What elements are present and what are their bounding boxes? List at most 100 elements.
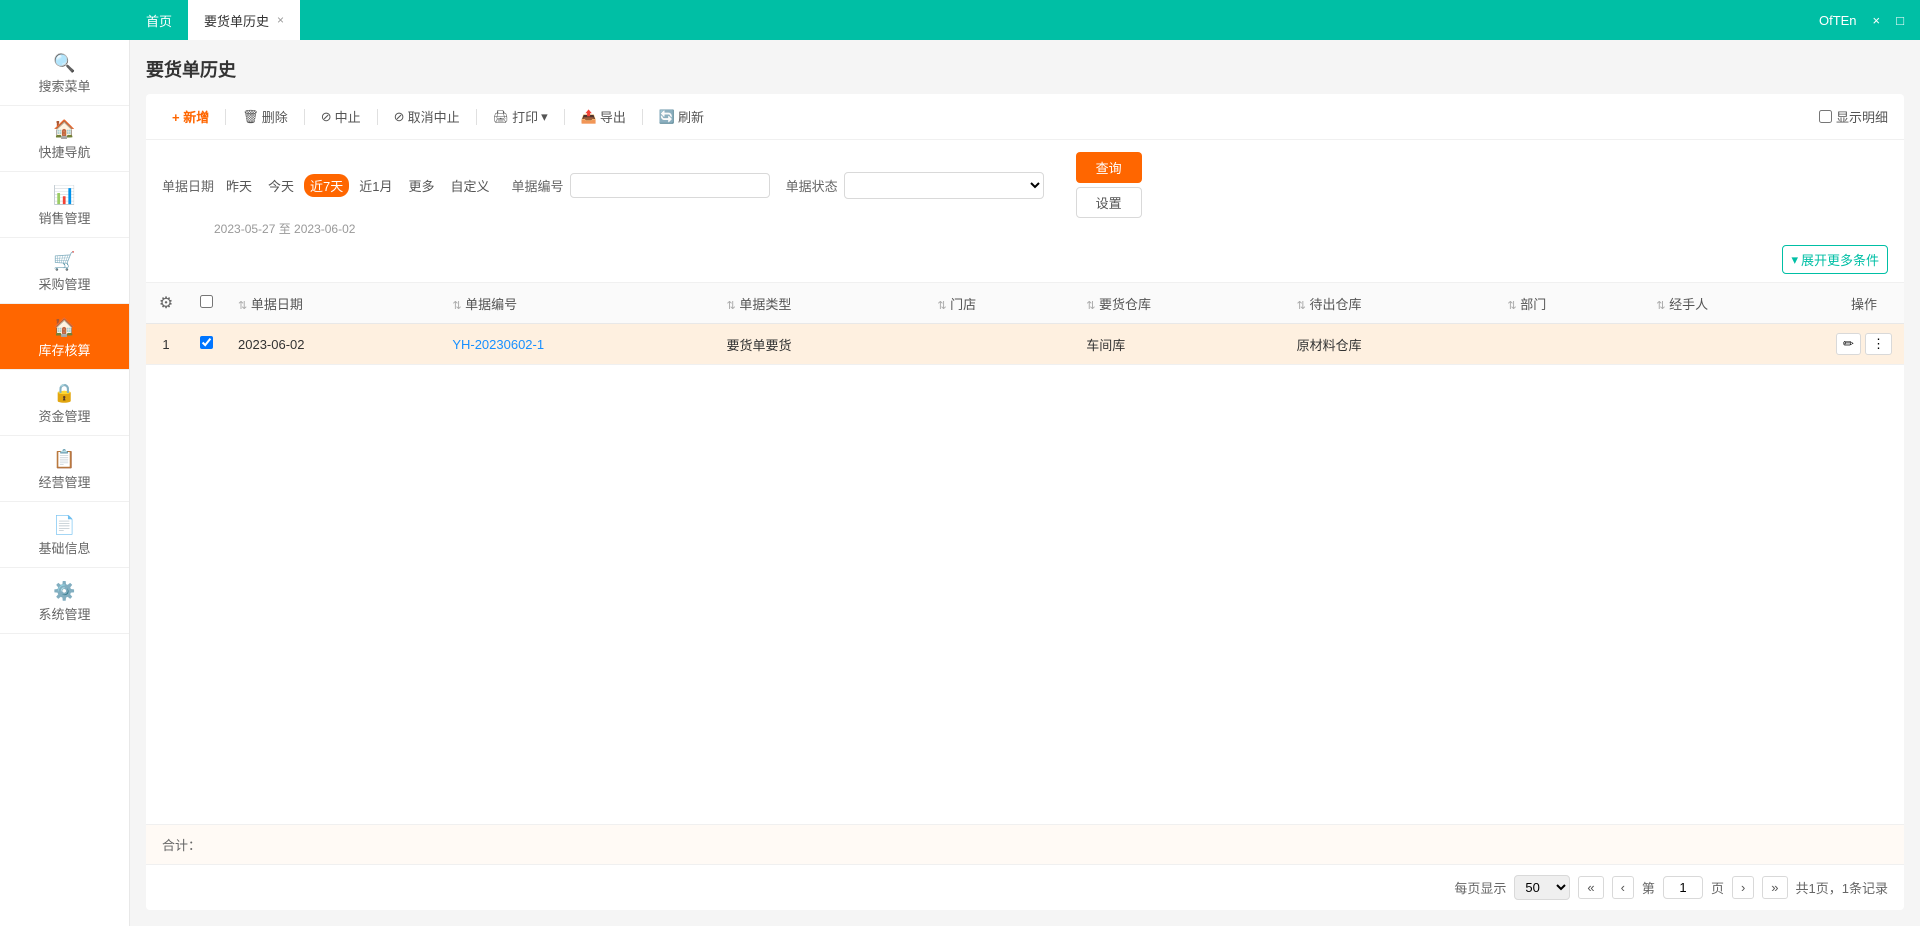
sidebar-item-finance[interactable]: 🔒 资金管理 [0,370,129,436]
row-checkbox[interactable] [200,336,213,349]
delete-button[interactable]: 🗑 删除 [232,102,298,131]
close-window-icon[interactable]: × [1873,13,1881,28]
operation-icon: 📋 [53,450,75,468]
col-no: ⇅ 单据编号 [440,283,714,324]
col-action: 操作 [1824,283,1904,324]
table-footer: 合计： [146,824,1904,864]
setting-button[interactable]: 设置 [1076,187,1142,218]
sidebar-item-system[interactable]: ⚙️ 系统管理 [0,568,129,634]
toolbar-sep-4 [476,109,477,125]
table-wrapper: ⚙ ⇅ 单据日期 ⇅ 单据编号 [146,283,1904,824]
sort-handler-icon: ⇅ [1656,300,1665,312]
select-all-checkbox[interactable] [200,295,213,308]
sidebar-label-operation: 经营管理 [38,472,90,491]
row-date-cell: 2023-06-02 [226,324,440,365]
maximize-icon[interactable]: □ [1896,13,1904,28]
expand-more-btn[interactable]: ▾ 展开更多条件 [1782,245,1888,274]
date-shortcut-yesterday[interactable]: 昨天 [220,174,258,197]
page-number-label: 第 [1642,878,1655,897]
pagination: 每页显示 10 20 50 100 « ‹ 第 页 › » 共1页，1条记录 [146,864,1904,910]
sidebar-label-purchase: 采购管理 [38,274,90,293]
purchase-icon: 🛒 [53,252,75,270]
col-pending-warehouse: ⇅ 待出仓库 [1285,283,1496,324]
first-page-btn[interactable]: « [1578,876,1603,899]
new-button[interactable]: + 新增 [162,102,219,131]
sidebar-item-search-menu[interactable]: 🔍 搜索菜单 [0,40,129,106]
refresh-button[interactable]: 🔄 刷新 [649,102,714,131]
cancel-stop-button[interactable]: ⊘ 取消中止 [384,102,470,131]
sales-icon: 📊 [53,186,75,204]
top-bar-right: OfTEn × □ [1819,13,1904,28]
row-checkbox-cell[interactable] [186,324,226,365]
tab-order-history[interactable]: 要货单历史 × [188,0,300,40]
total-info: 共1页，1条记录 [1796,878,1888,897]
row-req-warehouse-cell: 车间库 [1074,324,1284,365]
row-no-cell: YH-20230602-1 [440,324,714,365]
query-button[interactable]: 查询 [1076,152,1142,183]
sidebar-label-system: 系统管理 [38,604,90,623]
date-shortcut-1month[interactable]: 近1月 [353,174,398,197]
content-area: 要货单历史 + 新增 🗑 删除 ⊘ 中止 ⊘ [130,40,1920,926]
show-detail-checkbox[interactable] [1819,110,1832,123]
sort-type-icon: ⇅ [727,300,736,312]
sidebar-item-operation[interactable]: 📋 经营管理 [0,436,129,502]
row-no-link[interactable]: YH-20230602-1 [452,337,544,352]
last-page-btn[interactable]: » [1762,876,1787,899]
sidebar-item-basic-info[interactable]: 📄 基础信息 [0,502,129,568]
date-shortcut-custom[interactable]: 自定义 [445,174,496,197]
per-page-select[interactable]: 10 20 50 100 [1514,875,1570,900]
row-more-btn[interactable]: ⋮ [1865,333,1892,355]
sidebar-label-basic-info: 基础信息 [38,538,90,557]
row-edit-btn[interactable]: ✏ [1836,333,1861,355]
table-row[interactable]: 1 2023-06-02 YH-20230602-1 要货单要货 车间库 原材料… [146,324,1904,365]
export-button[interactable]: 📤 导出 [571,102,636,131]
date-range-text: 2023-05-27 至 2023-06-02 [214,222,355,236]
toolbar-sep-3 [377,109,378,125]
date-shortcut-today[interactable]: 今天 [262,174,300,197]
status-filter: 单据状态 [786,172,1044,199]
sidebar-item-quick-nav[interactable]: 🏠 快捷导航 [0,106,129,172]
sidebar-item-sales[interactable]: 📊 销售管理 [0,172,129,238]
col-req-warehouse: ⇅ 要货仓库 [1074,283,1284,324]
data-table: ⚙ ⇅ 单据日期 ⇅ 单据编号 [146,283,1904,365]
col-settings: ⚙ [146,283,186,324]
date-shortcut-more[interactable]: 更多 [403,174,441,197]
col-date: ⇅ 单据日期 [226,283,440,324]
page-input[interactable] [1663,876,1703,899]
stop-button[interactable]: ⊘ 中止 [311,102,371,131]
per-page-label: 每页显示 [1454,878,1506,897]
date-label: 单据日期 [162,176,214,195]
sidebar-label-finance: 资金管理 [38,406,90,425]
order-no-label: 单据编号 [512,176,564,195]
prev-page-btn[interactable]: ‹ [1612,876,1634,899]
toolbar-sep-1 [225,109,226,125]
status-label: 单据状态 [786,176,838,195]
show-detail-label[interactable]: 显示明细 [1819,107,1888,126]
sidebar-item-inventory[interactable]: 🏠 库存核算 [0,304,129,370]
sort-store-icon: ⇅ [937,300,946,312]
refresh-icon: 🔄 [659,109,675,125]
sidebar-label-quick-nav: 快捷导航 [38,142,90,161]
sidebar-label-inventory: 库存核算 [38,340,90,359]
table-header-row: ⚙ ⇅ 单据日期 ⇅ 单据编号 [146,283,1904,324]
often-label: OfTEn [1819,13,1857,28]
page-unit-label: 页 [1711,878,1724,897]
status-select[interactable] [844,172,1044,199]
tab-close-icon[interactable]: × [277,13,284,27]
order-no-input[interactable] [570,173,770,198]
print-button[interactable]: 🖨 打印 ▾ [483,102,558,131]
toolbar-sep-2 [304,109,305,125]
chevron-down-icon: ▾ [1791,252,1798,268]
col-store: ⇅ 门店 [925,283,1074,324]
sort-pending-warehouse-icon: ⇅ [1297,300,1306,312]
next-page-btn[interactable]: › [1732,876,1754,899]
col-settings-gear-icon[interactable]: ⚙ [159,295,173,312]
filter-actions: 查询 设置 [1076,152,1142,218]
sidebar-item-purchase[interactable]: 🛒 采购管理 [0,238,129,304]
print-icon: 🖨 [493,109,510,125]
search-menu-icon: 🔍 [53,54,75,72]
toolbar-sep-5 [564,109,565,125]
date-shortcut-7days[interactable]: 近7天 [304,174,349,197]
sort-no-icon: ⇅ [452,300,461,312]
tab-home[interactable]: 首页 [130,0,188,40]
